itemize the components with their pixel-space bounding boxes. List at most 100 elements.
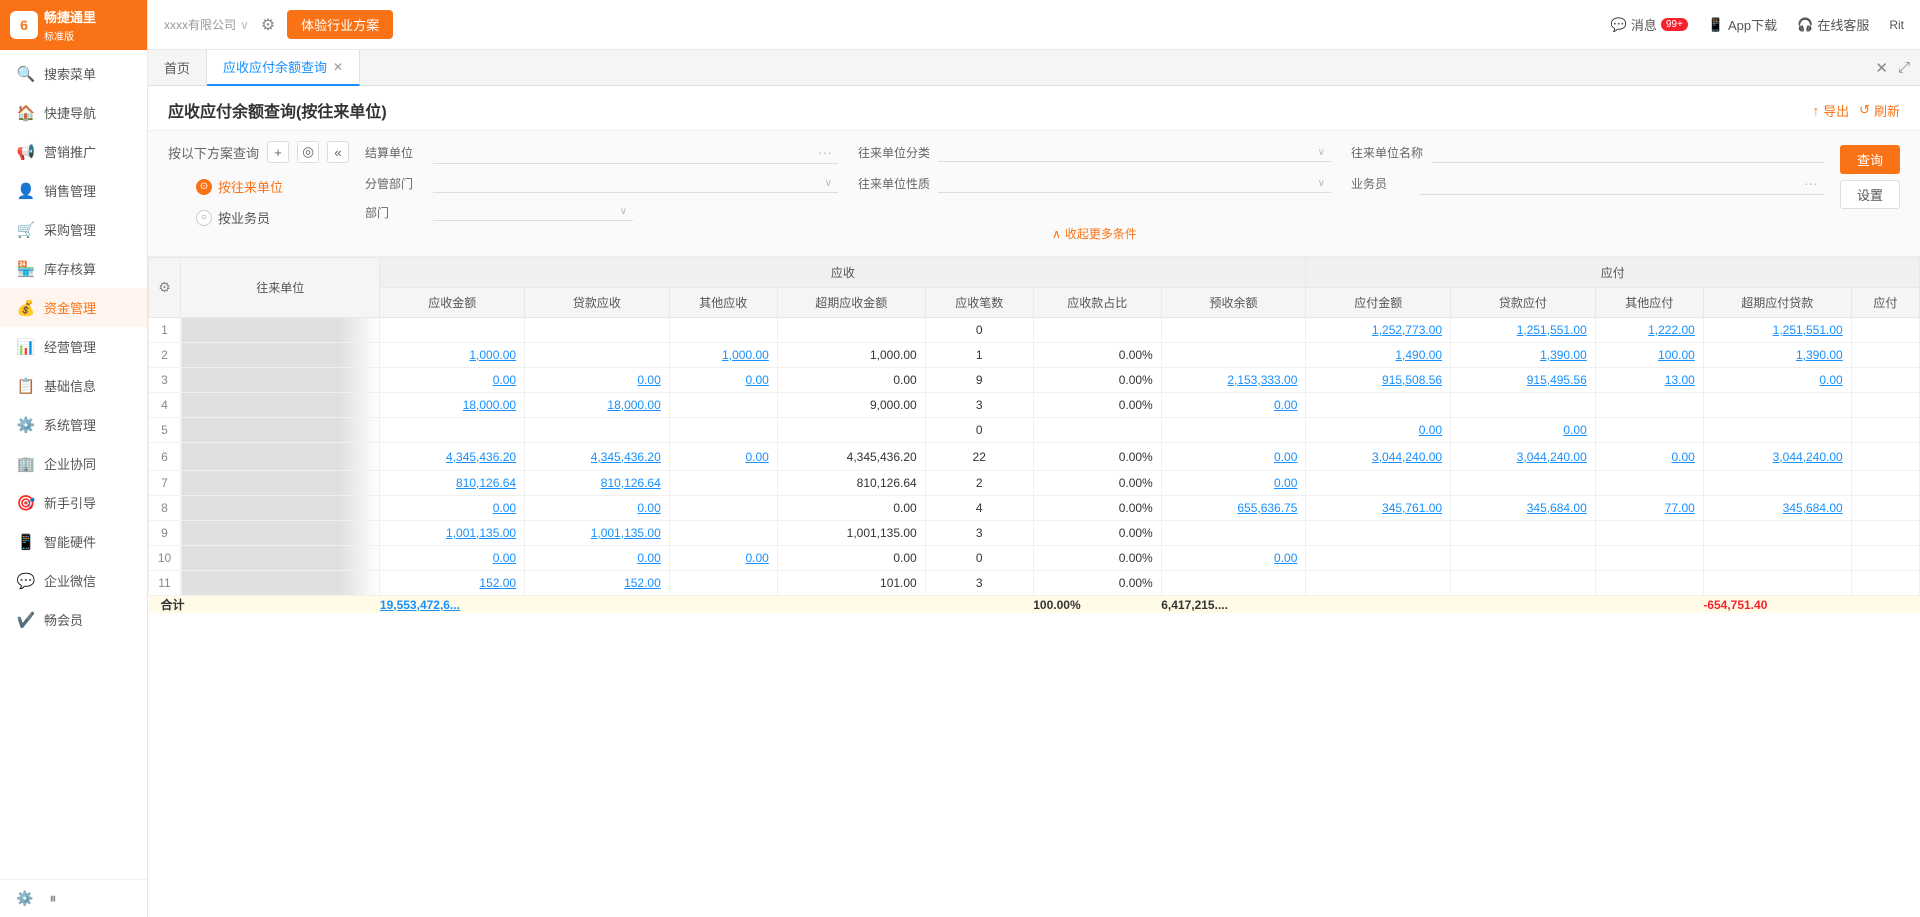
sidebar-item-system[interactable]: ⚙️ 系统管理 xyxy=(0,405,147,444)
table-cell[interactable]: 2,153,333.00 xyxy=(1161,368,1306,393)
sidebar-item-marketing[interactable]: 📢 营销推广 xyxy=(0,132,147,171)
filter-option-by-partner[interactable]: ⊙ 按往来单位 xyxy=(188,173,349,200)
table-cell[interactable]: 0.00 xyxy=(1161,393,1306,418)
table-cell[interactable]: 4,345,436.20 xyxy=(525,443,670,471)
sidebar-item-wechat[interactable]: 💬 企业微信 xyxy=(0,561,147,600)
sidebar-item-funds[interactable]: 💰 资金管理 xyxy=(0,288,147,327)
table-cell[interactable]: 100.00 xyxy=(1595,343,1703,368)
partner-name-input[interactable] xyxy=(1431,142,1824,163)
collapse-bar[interactable]: ∧ 收起更多条件 xyxy=(365,221,1824,246)
filter-option-by-staff[interactable]: ○ 按业务员 xyxy=(188,204,349,231)
table-cell[interactable]: 0.00 xyxy=(380,546,525,571)
settings-gear-icon[interactable]: ⚙ xyxy=(158,279,171,295)
sidebar-item-basic-info[interactable]: 📋 基础信息 xyxy=(0,366,147,405)
tab-ar-ap-label: 应收应付余额查询 xyxy=(223,57,327,76)
table-cell[interactable]: 0.00 xyxy=(1161,471,1306,496)
user-name[interactable]: Rit xyxy=(1889,18,1904,32)
table-cell[interactable]: 1,390.00 xyxy=(1703,343,1851,368)
table-cell[interactable]: 152.00 xyxy=(380,571,525,596)
header-settings-icon[interactable]: ⚙ xyxy=(261,15,275,35)
table-cell[interactable]: 0.00 xyxy=(669,368,777,393)
tab-close-icon[interactable]: ✕ xyxy=(333,60,343,74)
table-cell[interactable]: 810,126.64 xyxy=(380,471,525,496)
table-cell[interactable]: 1,000.00 xyxy=(380,343,525,368)
table-cell[interactable]: 0.00 xyxy=(1161,546,1306,571)
table-cell[interactable]: 3,044,240.00 xyxy=(1451,443,1596,471)
sidebar-item-search[interactable]: 🔍 搜索菜单 xyxy=(0,54,147,93)
table-cell[interactable]: 13.00 xyxy=(1595,368,1703,393)
trial-btn[interactable]: 体验行业方案 xyxy=(287,10,393,39)
table-cell[interactable]: 1,251,551.00 xyxy=(1703,318,1851,343)
table-cell[interactable]: 810,126.64 xyxy=(525,471,670,496)
tab-ar-ap[interactable]: 应收应付余额查询 ✕ xyxy=(207,50,360,86)
table-cell[interactable]: 345,684.00 xyxy=(1703,496,1851,521)
table-cell[interactable]: 1,000.00 xyxy=(669,343,777,368)
refresh-btn[interactable]: ↺ 刷新 xyxy=(1859,101,1900,120)
sidebar-item-member[interactable]: ✔️ 畅会员 xyxy=(0,600,147,639)
sidebar-item-guide[interactable]: 🎯 新手引导 xyxy=(0,483,147,522)
table-cell[interactable]: 0.00 xyxy=(525,546,670,571)
table-cell[interactable]: 1,490.00 xyxy=(1306,343,1451,368)
partner-cell: ██████ xyxy=(181,571,380,596)
sidebar-item-inventory[interactable]: 🏪 库存核算 xyxy=(0,249,147,288)
table-cell[interactable]: 915,495.56 xyxy=(1451,368,1596,393)
table-cell[interactable]: 0.00 xyxy=(525,496,670,521)
table-cell[interactable]: 0.00 xyxy=(669,443,777,471)
table-cell[interactable]: 3,044,240.00 xyxy=(1703,443,1851,471)
filter-target-btn[interactable]: ◎ xyxy=(297,141,319,163)
filter-add-btn[interactable]: + xyxy=(267,141,289,163)
query-button[interactable]: 查询 xyxy=(1840,145,1900,174)
export-btn[interactable]: ↑ 导出 xyxy=(1813,101,1850,120)
managing-dept-arrow[interactable]: ∨ xyxy=(825,178,832,189)
app-download-action[interactable]: 📱 App下载 xyxy=(1708,15,1777,34)
salesperson-dots[interactable]: ··· xyxy=(1804,175,1818,191)
table-cell[interactable]: 152.00 xyxy=(525,571,670,596)
table-cell[interactable]: 0.00 xyxy=(1703,368,1851,393)
tab-close-all-icon[interactable]: ✕ xyxy=(1875,59,1888,77)
table-cell[interactable]: 1,252,773.00 xyxy=(1306,318,1451,343)
sidebar-item-purchase[interactable]: 🛒 采购管理 xyxy=(0,210,147,249)
tab-home[interactable]: 首页 xyxy=(148,50,207,86)
table-cell[interactable]: 345,684.00 xyxy=(1451,496,1596,521)
table-cell[interactable]: 18,000.00 xyxy=(380,393,525,418)
table-cell xyxy=(1306,393,1451,418)
table-cell[interactable]: 0.00 xyxy=(1451,418,1596,443)
tab-expand-icon[interactable]: ⤢ xyxy=(1898,59,1910,77)
table-cell[interactable]: 0.00 xyxy=(1595,443,1703,471)
table-cell[interactable]: 1,001,135.00 xyxy=(380,521,525,546)
sidebar-item-sales[interactable]: 👤 销售管理 xyxy=(0,171,147,210)
sidebar-item-quick-nav[interactable]: 🏠 快捷导航 xyxy=(0,93,147,132)
table-cell[interactable]: 0.00 xyxy=(525,368,670,393)
sidebar-settings-btn[interactable]: ⚙️ xyxy=(16,890,33,907)
settlement-unit-dots[interactable]: ··· xyxy=(818,144,832,160)
partner-nature-label: 往来单位性质 xyxy=(858,175,930,192)
th-settings[interactable]: ⚙ xyxy=(149,258,181,318)
sidebar-item-enterprise[interactable]: 🏢 企业协同 xyxy=(0,444,147,483)
table-cell[interactable]: 915,508.56 xyxy=(1306,368,1451,393)
sidebar-item-operations[interactable]: 📊 经营管理 xyxy=(0,327,147,366)
table-cell[interactable]: 1,222.00 xyxy=(1595,318,1703,343)
table-cell[interactable]: 0.00 xyxy=(669,546,777,571)
table-cell[interactable]: 77.00 xyxy=(1595,496,1703,521)
partner-category-arrow[interactable]: ∨ xyxy=(1318,147,1325,158)
sidebar-item-hardware[interactable]: 📱 智能硬件 xyxy=(0,522,147,561)
department-arrow[interactable]: ∨ xyxy=(620,206,627,217)
table-cell[interactable]: 0.00 xyxy=(1161,443,1306,471)
table-cell[interactable]: 0.00 xyxy=(1306,418,1451,443)
table-cell[interactable]: 1,390.00 xyxy=(1451,343,1596,368)
table-cell[interactable]: 345,761.00 xyxy=(1306,496,1451,521)
table-cell[interactable]: 0.00 xyxy=(380,496,525,521)
partner-nature-arrow[interactable]: ∨ xyxy=(1318,178,1325,189)
table-cell[interactable]: 18,000.00 xyxy=(525,393,670,418)
sidebar-collapse-btn[interactable]: ⏸ xyxy=(49,890,56,907)
table-cell[interactable]: 1,001,135.00 xyxy=(525,521,670,546)
table-cell[interactable]: 4,345,436.20 xyxy=(380,443,525,471)
table-cell[interactable]: 3,044,240.00 xyxy=(1306,443,1451,471)
filter-collapse-btn[interactable]: « xyxy=(327,141,349,163)
table-cell[interactable]: 0.00 xyxy=(380,368,525,393)
message-action[interactable]: 💬 消息 99+ xyxy=(1611,15,1688,34)
settings-button[interactable]: 设置 xyxy=(1840,180,1900,209)
online-service-action[interactable]: 🎧 在线客服 xyxy=(1797,15,1869,34)
table-cell[interactable]: 655,636.75 xyxy=(1161,496,1306,521)
table-cell[interactable]: 1,251,551.00 xyxy=(1451,318,1596,343)
